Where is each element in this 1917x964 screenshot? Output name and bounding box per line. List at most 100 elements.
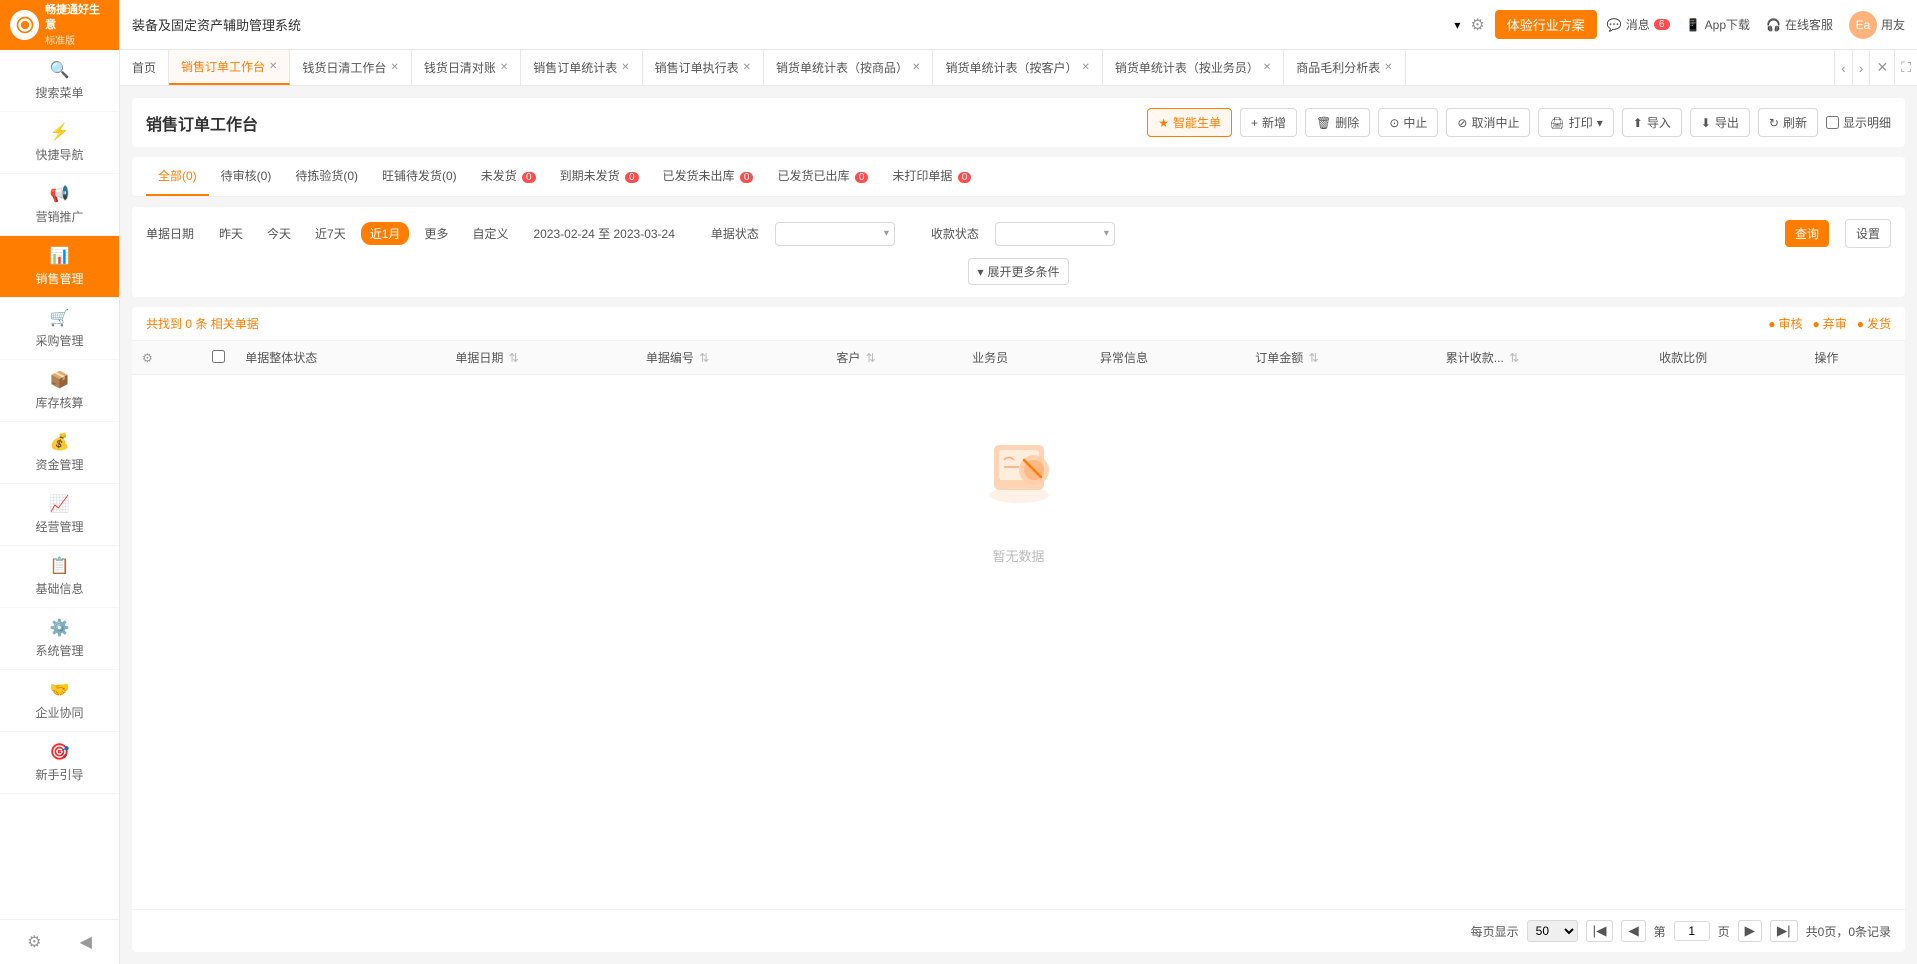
chart-icon: 📊 xyxy=(50,246,70,266)
sidebar-item-operations[interactable]: 📈 经营管理 xyxy=(0,484,119,546)
sidebar-item-sales[interactable]: 📊 销售管理 xyxy=(0,236,119,298)
settings-bottom-btn[interactable]: ⚙ xyxy=(23,928,45,956)
page-prev-btn[interactable]: ◀ xyxy=(1621,920,1645,942)
print-btn[interactable]: 🖨 打印 ▾ xyxy=(1538,108,1613,137)
sub-tab-shipped-not-out[interactable]: 已发货未出库 0 xyxy=(651,157,766,196)
page-last-btn[interactable]: ▶| xyxy=(1770,920,1798,942)
tab-close-sales-workbench[interactable]: ✕ xyxy=(269,61,277,72)
revoke-btn[interactable]: ● 弃审 xyxy=(1812,315,1846,332)
stop-btn[interactable]: ⊙ 中止 xyxy=(1378,108,1438,137)
filter-settings-btn[interactable]: 设置 xyxy=(1845,219,1891,248)
tab-close-sales-stats-customer[interactable]: ✕ xyxy=(1081,62,1089,73)
date-btn-custom[interactable]: 自定义 xyxy=(463,222,517,245)
import-btn[interactable]: ⬆ 导入 xyxy=(1622,108,1682,137)
tab-cash-reconcile[interactable]: 钱货日清对账 ✕ xyxy=(412,50,521,85)
sub-tab-shipped-out[interactable]: 已发货已出库 0 xyxy=(765,157,880,196)
date-btn-7days[interactable]: 近7天 xyxy=(306,222,355,245)
tab-sales-stats-staff[interactable]: 销货单统计表（按业务员） ✕ xyxy=(1103,50,1284,85)
smart-create-btn[interactable]: ★ 智能生单 xyxy=(1147,108,1232,137)
select-all-checkbox[interactable] xyxy=(212,350,225,363)
tab-home[interactable]: 首页 xyxy=(120,50,169,85)
query-btn[interactable]: 查询 xyxy=(1785,220,1829,247)
user-menu[interactable]: Ea 用友 xyxy=(1849,11,1905,39)
page-size-select[interactable]: 50 20 100 xyxy=(1527,920,1578,942)
tab-cash-daily[interactable]: 钱货日清工作台 ✕ xyxy=(290,50,411,85)
tab-scroll-left-btn[interactable]: ‹ xyxy=(1834,50,1852,86)
col-number: 单据编号 ⇅ xyxy=(636,341,827,375)
page-first-btn[interactable]: |◀ xyxy=(1586,920,1614,942)
sort-collected-icon[interactable]: ⇅ xyxy=(1509,351,1519,365)
date-btn-today[interactable]: 今天 xyxy=(258,222,300,245)
trash-icon: 🗑 xyxy=(1316,116,1331,130)
sidebar-item-purchase[interactable]: 🛒 采购管理 xyxy=(0,298,119,360)
tab-close-product-margin[interactable]: ✕ xyxy=(1384,62,1392,73)
sales-order-stats-tab-label: 销售订单统计表 xyxy=(533,59,617,76)
overdue-badge: 0 xyxy=(625,172,639,183)
sub-tab-all[interactable]: 全部(0) xyxy=(146,157,209,196)
sidebar-item-guide[interactable]: 🎯 新手引导 xyxy=(0,732,119,794)
show-detail-label[interactable]: 显示明细 xyxy=(1826,114,1891,131)
message-btn[interactable]: 💬 消息 6 xyxy=(1607,16,1670,33)
sub-tab-pending-check[interactable]: 待拣验货(0) xyxy=(283,157,370,196)
payment-select[interactable] xyxy=(995,222,1115,246)
sidebar-item-marketing[interactable]: 📢 营销推广 xyxy=(0,174,119,236)
app-download-btn[interactable]: 📱 App下载 xyxy=(1686,16,1750,33)
tab-sales-stats-customer[interactable]: 销货单统计表（按客户） ✕ xyxy=(933,50,1102,85)
export-btn[interactable]: ⬇ 导出 xyxy=(1690,108,1750,137)
tab-fullscreen-btn[interactable]: ⛶ xyxy=(1894,50,1917,86)
ship-circle-icon: ● xyxy=(1857,317,1864,331)
page-next-btn[interactable]: ▶ xyxy=(1738,920,1762,942)
add-btn[interactable]: + 新增 xyxy=(1240,108,1297,137)
show-detail-checkbox[interactable] xyxy=(1826,116,1839,129)
tab-close-sales-order-exec[interactable]: ✕ xyxy=(743,62,751,73)
tab-sales-stats-product[interactable]: 销货单统计表（按商品） ✕ xyxy=(764,50,933,85)
tab-product-margin[interactable]: 商品毛利分析表 ✕ xyxy=(1284,50,1405,85)
sub-tab-not-shipped[interactable]: 未发货 0 xyxy=(469,157,548,196)
tab-more-btn[interactable]: ✕ xyxy=(1869,50,1894,86)
date-btn-more[interactable]: 更多 xyxy=(415,222,457,245)
collapse-btn[interactable]: ◀ xyxy=(76,928,96,956)
delete-btn[interactable]: 🗑 删除 xyxy=(1305,108,1370,137)
page-input[interactable] xyxy=(1674,921,1710,941)
module-dropdown[interactable]: ▾ xyxy=(1454,18,1460,32)
tab-sales-workbench[interactable]: 销售订单工作台 ✕ xyxy=(169,50,290,85)
online-service-btn[interactable]: 🎧 在线客服 xyxy=(1766,16,1833,33)
payment-filter-label: 收款状态 xyxy=(931,225,979,242)
cancel-stop-btn[interactable]: ⊘ 取消中止 xyxy=(1446,108,1530,137)
sort-customer-icon[interactable]: ⇅ xyxy=(866,351,876,365)
ship-btn[interactable]: ● 发货 xyxy=(1857,315,1891,332)
sidebar-item-system[interactable]: ⚙️ 系统管理 xyxy=(0,608,119,670)
sub-tab-wangpu[interactable]: 旺铺待发货(0) xyxy=(370,157,469,196)
sidebar-item-basic-info[interactable]: 📋 基础信息 xyxy=(0,546,119,608)
industry-btn[interactable]: 体验行业方案 xyxy=(1495,10,1597,39)
date-btn-yesterday[interactable]: 昨天 xyxy=(210,222,252,245)
sort-amount-icon[interactable]: ⇅ xyxy=(1309,351,1319,365)
tab-close-sales-stats-staff[interactable]: ✕ xyxy=(1263,62,1271,73)
expand-conditions-btn[interactable]: ▾ 展开更多条件 xyxy=(968,258,1068,285)
tab-scroll-right-btn[interactable]: › xyxy=(1852,50,1870,86)
tab-close-sales-order-stats[interactable]: ✕ xyxy=(621,62,629,73)
settings-icon[interactable]: ⚙ xyxy=(1470,15,1484,35)
refresh-btn[interactable]: ↻ 刷新 xyxy=(1758,108,1818,137)
sub-tab-not-printed[interactable]: 未打印单据 0 xyxy=(880,157,983,196)
sort-date-icon[interactable]: ⇅ xyxy=(509,351,519,365)
tab-close-cash-reconcile[interactable]: ✕ xyxy=(500,62,508,73)
table-area: 共找到 0 条 相关单据 ● 审核 ● 弃审 ● xyxy=(132,307,1905,952)
sub-tab-overdue-not-shipped[interactable]: 到期未发货 0 xyxy=(548,157,651,196)
tab-close-cash-daily[interactable]: ✕ xyxy=(390,62,398,73)
col-settings[interactable]: ⚙ xyxy=(132,341,202,375)
clipboard-icon: 📋 xyxy=(50,556,70,576)
tab-sales-order-exec[interactable]: 销售订单执行表 ✕ xyxy=(643,50,764,85)
tab-sales-order-stats[interactable]: 销售订单统计表 ✕ xyxy=(521,50,642,85)
tab-close-sales-stats-product[interactable]: ✕ xyxy=(912,62,920,73)
sub-tab-pending-review[interactable]: 待审核(0) xyxy=(209,157,284,196)
audit-btn[interactable]: ● 审核 xyxy=(1768,315,1802,332)
sidebar-item-inventory[interactable]: 📦 库存核算 xyxy=(0,360,119,422)
sidebar-item-finance[interactable]: 💰 资金管理 xyxy=(0,422,119,484)
sidebar-item-quick-nav[interactable]: ⚡ 快捷导航 xyxy=(0,112,119,174)
sidebar-item-enterprise[interactable]: 🤝 企业协同 xyxy=(0,670,119,732)
sidebar-item-search[interactable]: 🔍 搜索菜单 xyxy=(0,50,119,112)
status-select[interactable] xyxy=(775,222,895,246)
sort-number-icon[interactable]: ⇅ xyxy=(699,351,709,365)
date-btn-1month[interactable]: 近1月 xyxy=(361,222,410,245)
